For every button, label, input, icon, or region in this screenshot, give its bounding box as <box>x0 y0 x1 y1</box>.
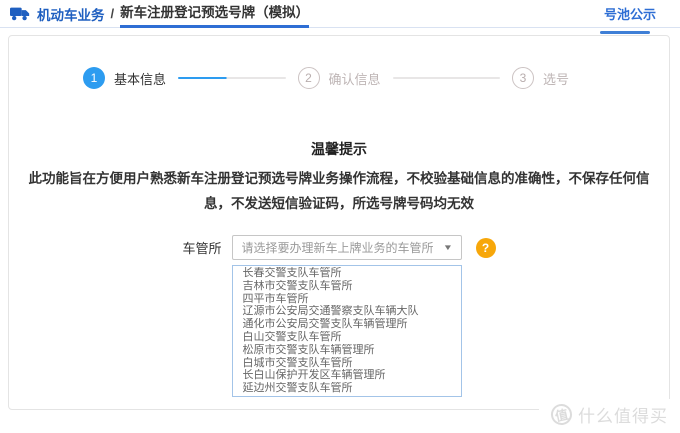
dropdown-option[interactable]: 松原市交警支队车辆管理所 <box>233 344 461 357</box>
step-3-label: 选号 <box>543 69 569 88</box>
step-connector-2 <box>393 77 500 79</box>
truck-icon <box>10 6 30 21</box>
notice-title: 温馨提示 <box>9 139 669 159</box>
smzdm-watermark: 值 什么值得买 <box>539 399 672 430</box>
step-2-label: 确认信息 <box>329 69 381 88</box>
step-indicator: 1 基本信息 2 确认信息 3 选号 <box>9 67 669 89</box>
number-pool-link[interactable]: 号池公示 <box>604 4 668 23</box>
dropdown-option[interactable]: 长白山保护开发区车辆管理所 <box>233 369 461 382</box>
dmv-office-label: 车管所 <box>182 238 221 257</box>
dropdown-option[interactable]: 长春交警支队车管所 <box>233 267 461 280</box>
top-header: 机动车业务 / 新车注册登记预选号牌（模拟） 号池公示 <box>0 0 680 28</box>
dropdown-option[interactable]: 白山交警支队车管所 <box>233 331 461 344</box>
notice-body: 此功能旨在方便用户熟悉新车注册登记预选号牌业务操作流程，不校验基础信息的准确性，… <box>23 166 655 216</box>
step-confirm-info: 2 确认信息 <box>298 67 381 89</box>
dropdown-option[interactable]: 辽源市公安局交通警察支队车辆大队 <box>233 305 461 318</box>
step-connector-1 <box>178 77 285 79</box>
step-1-circle: 1 <box>83 67 105 89</box>
step-select-number: 3 选号 <box>512 67 569 89</box>
horizontal-scrollbar-thumb[interactable] <box>600 31 650 34</box>
main-panel: 1 基本信息 2 确认信息 3 选号 温馨提示 此功能旨在方便用户熟悉新车注册登… <box>8 35 670 410</box>
nav-section-title[interactable]: 机动车业务 <box>37 4 105 24</box>
dropdown-option[interactable]: 延边州交警支队车管所 <box>233 382 461 395</box>
step-1-label: 基本信息 <box>114 69 166 88</box>
dmv-office-select-wrap: 请选择要办理新车上牌业务的车管所 ▼ 长春交警支队车管所 吉林市交警支队车管所 … <box>232 235 462 260</box>
dropdown-option[interactable]: 四平市车管所 <box>233 293 461 306</box>
help-question-icon[interactable]: ? <box>476 238 496 258</box>
dropdown-option[interactable]: 通化市公安局交警支队车辆管理所 <box>233 318 461 331</box>
select-placeholder: 请选择要办理新车上牌业务的车管所 <box>242 239 434 256</box>
dropdown-option[interactable]: 吉林市交警支队车管所 <box>233 280 461 293</box>
dmv-office-dropdown: 长春交警支队车管所 吉林市交警支队车管所 四平市车管所 辽源市公安局交通警察支队… <box>232 265 462 397</box>
breadcrumb-separator: / <box>111 6 115 21</box>
dmv-office-select[interactable]: 请选择要办理新车上牌业务的车管所 ▼ <box>232 235 462 260</box>
step-3-circle: 3 <box>512 67 534 89</box>
smzdm-watermark-text: 什么值得买 <box>578 402 668 427</box>
dropdown-option[interactable]: 白城市交警支队车管所 <box>233 357 461 370</box>
step-basic-info: 1 基本信息 <box>83 67 166 89</box>
step-2-circle: 2 <box>298 67 320 89</box>
chevron-down-icon: ▼ <box>442 243 452 252</box>
smzdm-logo-icon: 值 <box>549 402 574 427</box>
tab-new-car-preselect[interactable]: 新车注册登记预选号牌（模拟） <box>120 0 309 28</box>
dmv-office-form-row: 车管所 请选择要办理新车上牌业务的车管所 ▼ 长春交警支队车管所 吉林市交警支队… <box>9 235 669 260</box>
